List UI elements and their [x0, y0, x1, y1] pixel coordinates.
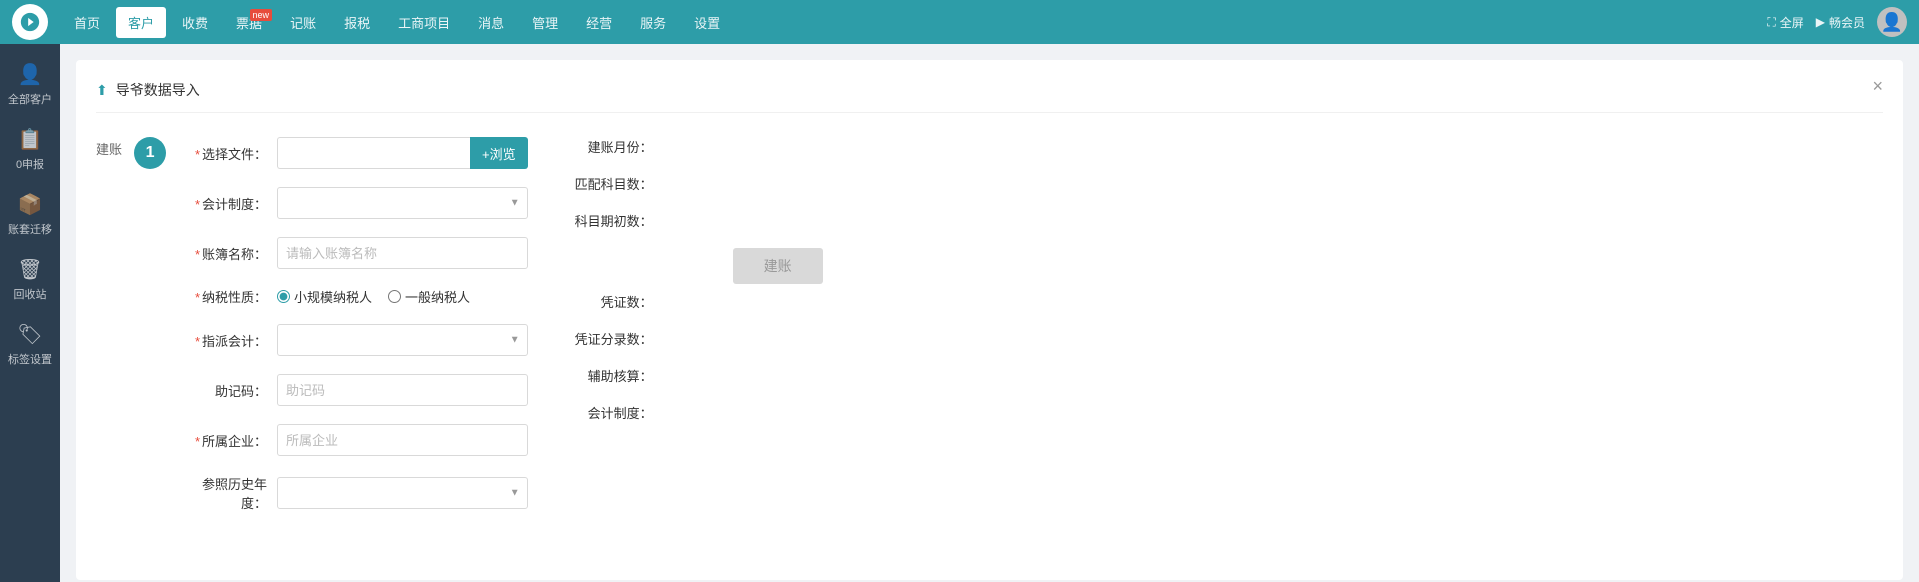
reference-year-row: 参照历史年度： ▼	[182, 474, 528, 512]
import-icon: ⬆	[96, 82, 108, 99]
recycle-icon: 🗑	[17, 257, 42, 282]
auxiliary-row: 辅助核算：	[568, 366, 988, 385]
right-accounting-system-label: 会计制度：	[568, 403, 653, 422]
step-label: 建账	[96, 139, 122, 158]
memo-code-row: 助记码：	[182, 374, 528, 406]
page-title: 导爷数据导入	[116, 80, 200, 100]
reference-year-select-wrapper: ▼	[277, 477, 528, 509]
content-area: ⬆ 导爷数据导入 × 建账 1 *选择文件：	[60, 44, 1919, 582]
general-taxpayer-radio[interactable]: 一般纳税人	[388, 287, 470, 306]
user-avatar[interactable]: 👤	[1877, 7, 1907, 37]
top-navigation: 首页 客户 收费 票据 new 记账 报税 工商项目 消息 管理 经营 服务 设…	[0, 0, 1919, 44]
all-customers-icon: 👤	[18, 62, 43, 87]
auxiliary-label: 辅助核算：	[568, 366, 653, 385]
assign-accountant-row: *指派会计： ▼	[182, 324, 528, 356]
file-row: *选择文件： +浏览	[182, 137, 528, 169]
voucher-entries-row: 凭证分录数：	[568, 329, 988, 348]
assign-accountant-label: *指派会计：	[182, 331, 267, 350]
tax-type-row: *纳税性质： 小规模纳税人 一般纳税人	[182, 287, 528, 306]
reference-year-label: 参照历史年度：	[182, 474, 267, 512]
nav-tax[interactable]: 报税	[332, 7, 382, 38]
page-card: ⬆ 导爷数据导入 × 建账 1 *选择文件：	[76, 60, 1903, 580]
entity-row: *所属企业：	[182, 424, 528, 456]
nav-home[interactable]: 首页	[62, 7, 112, 38]
file-input-group: +浏览	[277, 137, 528, 169]
build-button[interactable]: 建账	[733, 248, 823, 284]
sidebar-item-all-customers[interactable]: 👤 全部客户	[0, 52, 60, 117]
app-logo[interactable]	[12, 4, 48, 40]
nav-manage[interactable]: 管理	[520, 7, 570, 38]
nav-message[interactable]: 消息	[466, 7, 516, 38]
reference-year-select[interactable]	[277, 477, 528, 509]
fullscreen-button[interactable]: ⛶ 全屏	[1767, 14, 1803, 31]
tags-icon: 🏷	[17, 322, 42, 347]
accounting-system-select-wrapper: ▼	[277, 187, 528, 219]
assign-accountant-select[interactable]	[277, 324, 528, 356]
file-label: *选择文件：	[182, 144, 267, 163]
nav-service[interactable]: 服务	[628, 7, 678, 38]
nav-fee[interactable]: 收费	[170, 7, 220, 38]
ledger-name-label: *账簿名称：	[182, 244, 267, 263]
step-indicator: 建账 1	[96, 137, 166, 169]
form-right: 建账月份： 匹配科目数： 科目期初数： 建账	[568, 137, 988, 530]
sidebar-item-recycle[interactable]: 🗑 回收站	[0, 247, 60, 312]
file-input[interactable]	[277, 137, 470, 169]
page-header: ⬆ 导爷数据导入	[96, 80, 1883, 113]
close-button[interactable]: ×	[1872, 76, 1883, 97]
ledger-name-input[interactable]	[277, 237, 528, 269]
voucher-entries-label: 凭证分录数：	[568, 329, 653, 348]
entity-label: *所属企业：	[182, 431, 267, 450]
tax-type-radio-group: 小规模纳税人 一般纳税人	[277, 287, 470, 306]
voucher-count-label: 凭证数：	[568, 292, 653, 311]
voucher-count-row: 凭证数：	[568, 292, 988, 311]
step-circle: 1	[134, 137, 166, 169]
entity-input[interactable]	[277, 424, 528, 456]
initial-count-label: 科目期初数：	[568, 211, 653, 230]
sidebar-item-migrate[interactable]: 📦 账套迁移	[0, 182, 60, 247]
migrate-icon: 📦	[18, 192, 43, 217]
browse-button[interactable]: +浏览	[470, 137, 528, 169]
right-accounting-system-row: 会计制度：	[568, 403, 988, 422]
form-left: *选择文件： +浏览 *会计制度：	[182, 137, 528, 530]
assign-accountant-select-wrapper: ▼	[277, 324, 528, 356]
match-subjects-label: 匹配科目数：	[568, 174, 653, 193]
accounting-system-row: *会计制度： ▼	[182, 187, 528, 219]
vip-button[interactable]: ▶ 畅会员	[1816, 14, 1865, 31]
small-taxpayer-radio[interactable]: 小规模纳税人	[277, 287, 372, 306]
nav-settings[interactable]: 设置	[682, 7, 732, 38]
nav-invoice[interactable]: 票据 new	[224, 7, 274, 38]
initial-count-row: 科目期初数：	[568, 211, 988, 230]
declaration-icon: 📋	[18, 127, 43, 152]
build-month-row: 建账月份：	[568, 137, 988, 156]
build-month-label: 建账月份：	[568, 137, 653, 156]
main-layout: 👤 全部客户 📋 0申报 📦 账套迁移 🗑 回收站 🏷 标签设置 ⬆ 导爷数据导…	[0, 44, 1919, 582]
new-badge: new	[250, 9, 273, 21]
build-btn-area: 建账	[568, 248, 988, 284]
memo-code-label: 助记码：	[182, 381, 267, 400]
nav-operation[interactable]: 经营	[574, 7, 624, 38]
match-subjects-row: 匹配科目数：	[568, 174, 988, 193]
sidebar-item-tags[interactable]: 🏷 标签设置	[0, 312, 60, 377]
nav-customer[interactable]: 客户	[116, 7, 166, 38]
nav-bookkeeping[interactable]: 记账	[278, 7, 328, 38]
form-area: 建账 1 *选择文件： +浏览	[96, 137, 1883, 530]
sidebar: 👤 全部客户 📋 0申报 📦 账套迁移 🗑 回收站 🏷 标签设置	[0, 44, 60, 582]
nav-business[interactable]: 工商项目	[386, 7, 462, 38]
sidebar-item-declaration[interactable]: 📋 0申报	[0, 117, 60, 182]
nav-right-actions: ⛶ 全屏 ▶ 畅会员 👤	[1767, 7, 1907, 37]
accounting-system-select[interactable]	[277, 187, 528, 219]
ledger-name-row: *账簿名称：	[182, 237, 528, 269]
memo-code-input[interactable]	[277, 374, 528, 406]
tax-type-label: *纳税性质：	[182, 287, 267, 306]
accounting-system-label: *会计制度：	[182, 194, 267, 213]
